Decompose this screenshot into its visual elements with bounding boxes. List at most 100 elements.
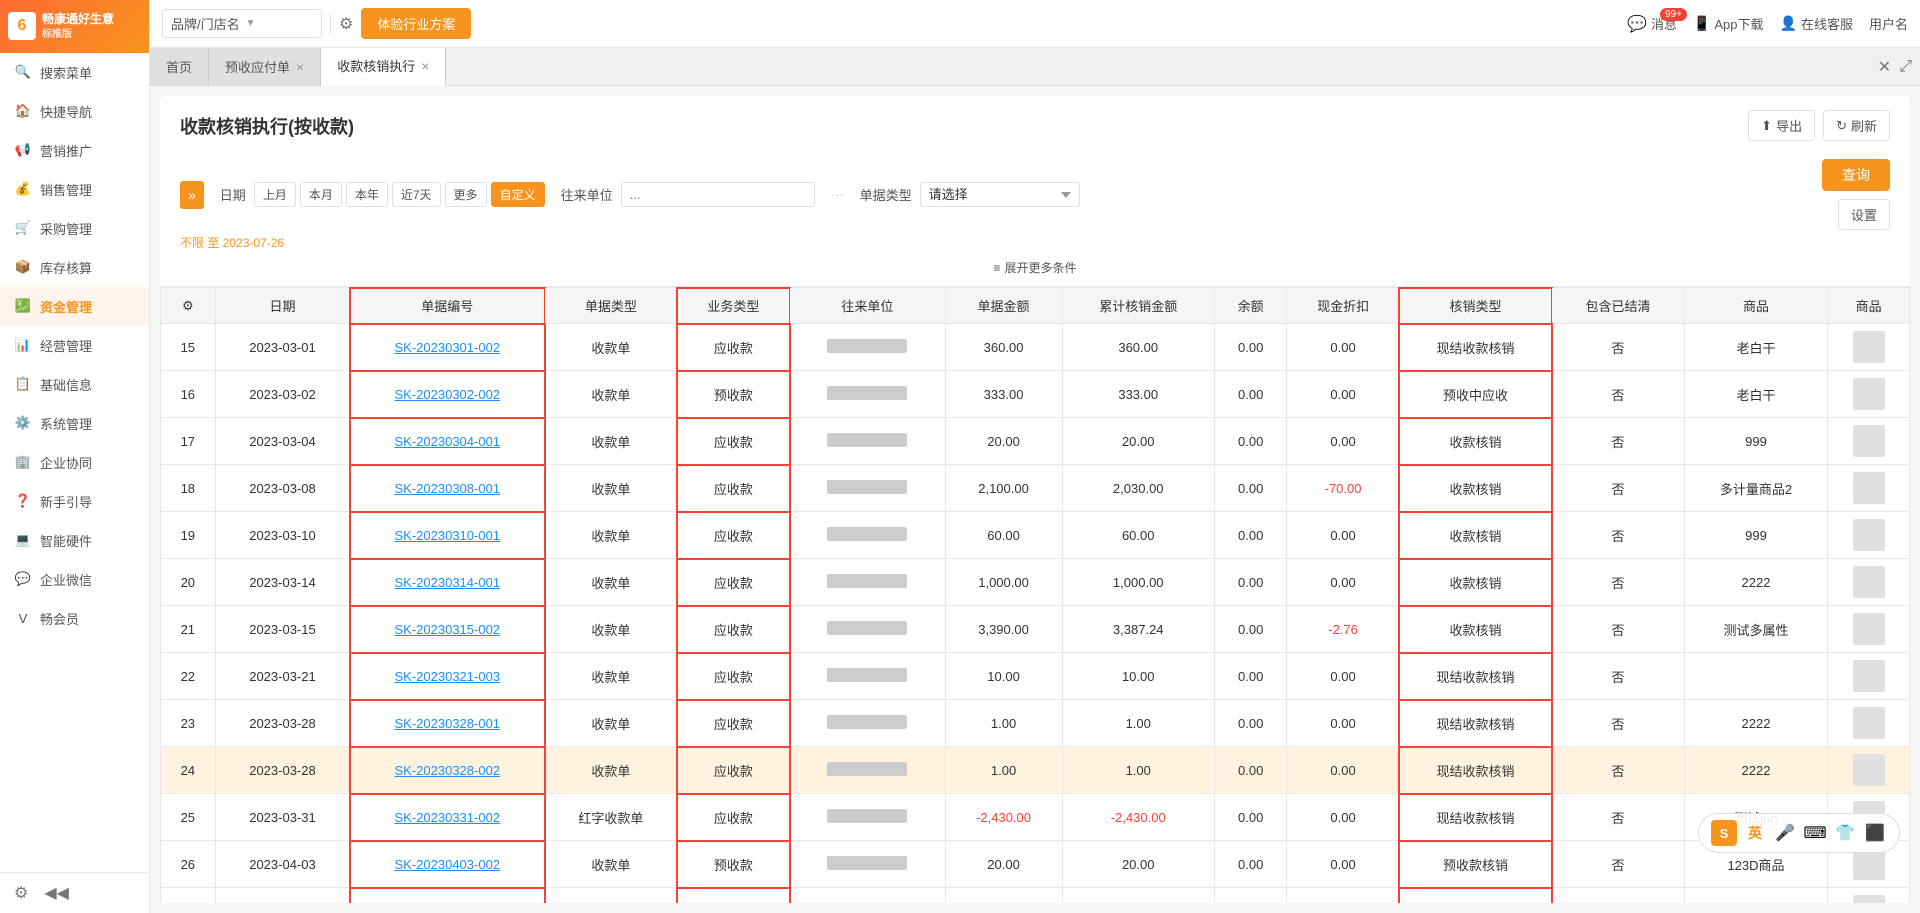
row-doc-no[interactable]: SK-20230302-002 bbox=[350, 371, 545, 418]
tab-maximize-button[interactable]: ⤢ bbox=[1899, 58, 1912, 76]
topbar-right: 💬 消息 99+ 📱 App下载 👤 在线客服 用户名 bbox=[1627, 14, 1908, 34]
row-verify-type: 现结收款核销 bbox=[1399, 700, 1551, 747]
tab-close-all-button[interactable]: ✕ bbox=[1878, 57, 1891, 77]
floating-shirt-icon[interactable]: 👕 bbox=[1833, 821, 1857, 845]
filter-expand-left-button[interactable]: » bbox=[180, 181, 204, 209]
collapse-icon[interactable]: ◀◀ bbox=[44, 883, 69, 903]
tab-home[interactable]: 首页 bbox=[150, 48, 209, 86]
row-verify-type: 收款核销 bbox=[1399, 465, 1551, 512]
settings-button[interactable]: 设置 bbox=[1838, 199, 1890, 230]
expand-conditions-button[interactable]: ≡ 展开更多条件 bbox=[993, 259, 1076, 276]
row-balance: 0.00 bbox=[1214, 794, 1286, 841]
row-doc-no-link[interactable]: SK-20230321-003 bbox=[395, 669, 501, 684]
row-partner bbox=[790, 747, 946, 794]
row-doc-no[interactable]: SK-20230304-001 bbox=[350, 418, 545, 465]
sidebar-item-finance[interactable]: 💹 资金管理 bbox=[0, 287, 149, 326]
row-doc-no[interactable]: SK-20230315-002 bbox=[350, 606, 545, 653]
row-verify-type: 收款核销 bbox=[1399, 559, 1551, 606]
messages-button[interactable]: 💬 消息 99+ bbox=[1627, 14, 1677, 34]
date-btn-近7天[interactable]: 近7天 bbox=[392, 182, 441, 207]
sidebar-item-sales[interactable]: 💰 销售管理 bbox=[0, 170, 149, 209]
floating-grid-icon[interactable]: ⬛ bbox=[1863, 821, 1887, 845]
sidebar-item-quick-nav[interactable]: 🏠 快捷导航 bbox=[0, 92, 149, 131]
floating-keyboard-icon[interactable]: ⌨ bbox=[1803, 821, 1827, 845]
sidebar-item-hardware[interactable]: 💻 智能硬件 bbox=[0, 521, 149, 560]
export-button[interactable]: ⬆ 导出 bbox=[1748, 110, 1815, 141]
gear-icon[interactable]: ⚙ bbox=[339, 14, 353, 34]
tab-prepay[interactable]: 预收应付单× bbox=[209, 48, 321, 86]
tab-close-collection[interactable]: × bbox=[421, 58, 429, 74]
row-doc-no-link[interactable]: SK-20230301-002 bbox=[395, 340, 501, 355]
online-service-label: 在线客服 bbox=[1801, 14, 1853, 33]
row-doc-no-link[interactable]: SK-20230331-002 bbox=[395, 810, 501, 825]
row-doc-no-link[interactable]: SK-20230315-002 bbox=[395, 622, 501, 637]
sidebar-item-member[interactable]: V 畅会员 bbox=[0, 599, 149, 638]
settings-col-icon[interactable]: ⚙ bbox=[182, 298, 194, 313]
row-doc-no-link[interactable]: SK-20230304-001 bbox=[395, 434, 501, 449]
app-download-button[interactable]: 📱 App下载 bbox=[1693, 14, 1764, 33]
sidebar-item-wechat[interactable]: 💬 企业微信 bbox=[0, 560, 149, 599]
sidebar-item-guide[interactable]: ❓ 新手引导 bbox=[0, 482, 149, 521]
date-btn-更多[interactable]: 更多 bbox=[445, 182, 487, 207]
tab-close-prepay[interactable]: × bbox=[296, 59, 304, 75]
partner-input[interactable] bbox=[621, 182, 815, 207]
row-amount: 1.00 bbox=[945, 700, 1062, 747]
row-doc-no[interactable]: SK-20230408-001 bbox=[350, 888, 545, 904]
row-partner bbox=[790, 512, 946, 559]
row-doc-no[interactable]: SK-20230321-003 bbox=[350, 653, 545, 700]
row-partner bbox=[790, 371, 946, 418]
row-doc-no-link[interactable]: SK-20230328-002 bbox=[395, 763, 501, 778]
date-btn-上月[interactable]: 上月 bbox=[254, 182, 296, 207]
col-header-4: 业务类型 bbox=[677, 288, 789, 324]
sidebar-item-system[interactable]: ⚙️ 系统管理 bbox=[0, 404, 149, 443]
sidebar: 6 畅康通好生意 标推版 🔍 搜索菜单 🏠 快捷导航 📢 营销推广 💰 销售管理… bbox=[0, 0, 150, 913]
row-doc-type: 收款单 bbox=[545, 512, 677, 559]
row-goods2 bbox=[1828, 559, 1910, 606]
refresh-button[interactable]: ↻ 刷新 bbox=[1823, 110, 1890, 141]
row-doc-no-link[interactable]: SK-20230328-001 bbox=[395, 716, 501, 731]
page-content: 收款核销执行(按收款) ⬆ 导出 ↻ 刷新 » bbox=[160, 96, 1910, 903]
solution-button[interactable]: 体验行业方案 bbox=[361, 8, 471, 39]
row-settled: 333.00 bbox=[1062, 371, 1214, 418]
date-btn-本月[interactable]: 本月 bbox=[300, 182, 342, 207]
row-doc-no[interactable]: SK-20230328-001 bbox=[350, 700, 545, 747]
row-doc-no[interactable]: SK-20230301-002 bbox=[350, 324, 545, 371]
row-verify-type: 收款核销 bbox=[1399, 606, 1551, 653]
sidebar-item-marketing[interactable]: 📢 营销推广 bbox=[0, 131, 149, 170]
doc-type-select[interactable]: 请选择 bbox=[920, 182, 1080, 207]
row-goods: 多计量商品2 bbox=[1684, 465, 1828, 512]
row-doc-no[interactable]: SK-20230310-001 bbox=[350, 512, 545, 559]
row-doc-no[interactable]: SK-20230308-001 bbox=[350, 465, 545, 512]
row-no: 26 bbox=[161, 841, 216, 888]
floating-text-icon[interactable]: 英 bbox=[1743, 821, 1767, 845]
row-doc-no[interactable]: SK-20230328-002 bbox=[350, 747, 545, 794]
row-doc-no[interactable]: SK-20230314-001 bbox=[350, 559, 545, 606]
row-date: 2023-03-01 bbox=[215, 324, 350, 371]
sidebar-item-basic[interactable]: 📋 基础信息 bbox=[0, 365, 149, 404]
online-service-button[interactable]: 👤 在线客服 bbox=[1780, 14, 1853, 33]
sidebar-item-search[interactable]: 🔍 搜索菜单 bbox=[0, 53, 149, 92]
row-doc-no[interactable]: SK-20230403-002 bbox=[350, 841, 545, 888]
row-amount: 20.00 bbox=[945, 418, 1062, 465]
sidebar-item-purchase[interactable]: 🛒 采购管理 bbox=[0, 209, 149, 248]
brand-selector[interactable]: 品牌/门店名 ▼ bbox=[162, 9, 322, 38]
row-doc-no-link[interactable]: SK-20230403-002 bbox=[395, 857, 501, 872]
row-doc-no-link[interactable]: SK-20230308-001 bbox=[395, 481, 501, 496]
query-button[interactable]: 查询 bbox=[1822, 159, 1890, 191]
date-btn-本年[interactable]: 本年 bbox=[346, 182, 388, 207]
row-doc-no-link[interactable]: SK-20230302-002 bbox=[395, 387, 501, 402]
row-balance: 0.00 bbox=[1214, 700, 1286, 747]
row-verify-type: 预收款核销 bbox=[1399, 841, 1551, 888]
date-btn-custom[interactable]: 自定义 bbox=[491, 182, 545, 207]
settings-icon[interactable]: ⚙ bbox=[14, 883, 28, 903]
row-doc-type: 收款单 bbox=[545, 653, 677, 700]
sidebar-item-inventory[interactable]: 📦 库存核算 bbox=[0, 248, 149, 287]
floating-mic-icon[interactable]: 🎤 bbox=[1773, 821, 1797, 845]
row-doc-no-link[interactable]: SK-20230310-001 bbox=[395, 528, 501, 543]
row-doc-type: 收款单 bbox=[545, 371, 677, 418]
sidebar-item-operations[interactable]: 📊 经营管理 bbox=[0, 326, 149, 365]
row-doc-no-link[interactable]: SK-20230314-001 bbox=[395, 575, 501, 590]
row-doc-no[interactable]: SK-20230331-002 bbox=[350, 794, 545, 841]
tab-collection[interactable]: 收款核销执行× bbox=[321, 48, 446, 86]
sidebar-item-enterprise[interactable]: 🏢 企业协同 bbox=[0, 443, 149, 482]
